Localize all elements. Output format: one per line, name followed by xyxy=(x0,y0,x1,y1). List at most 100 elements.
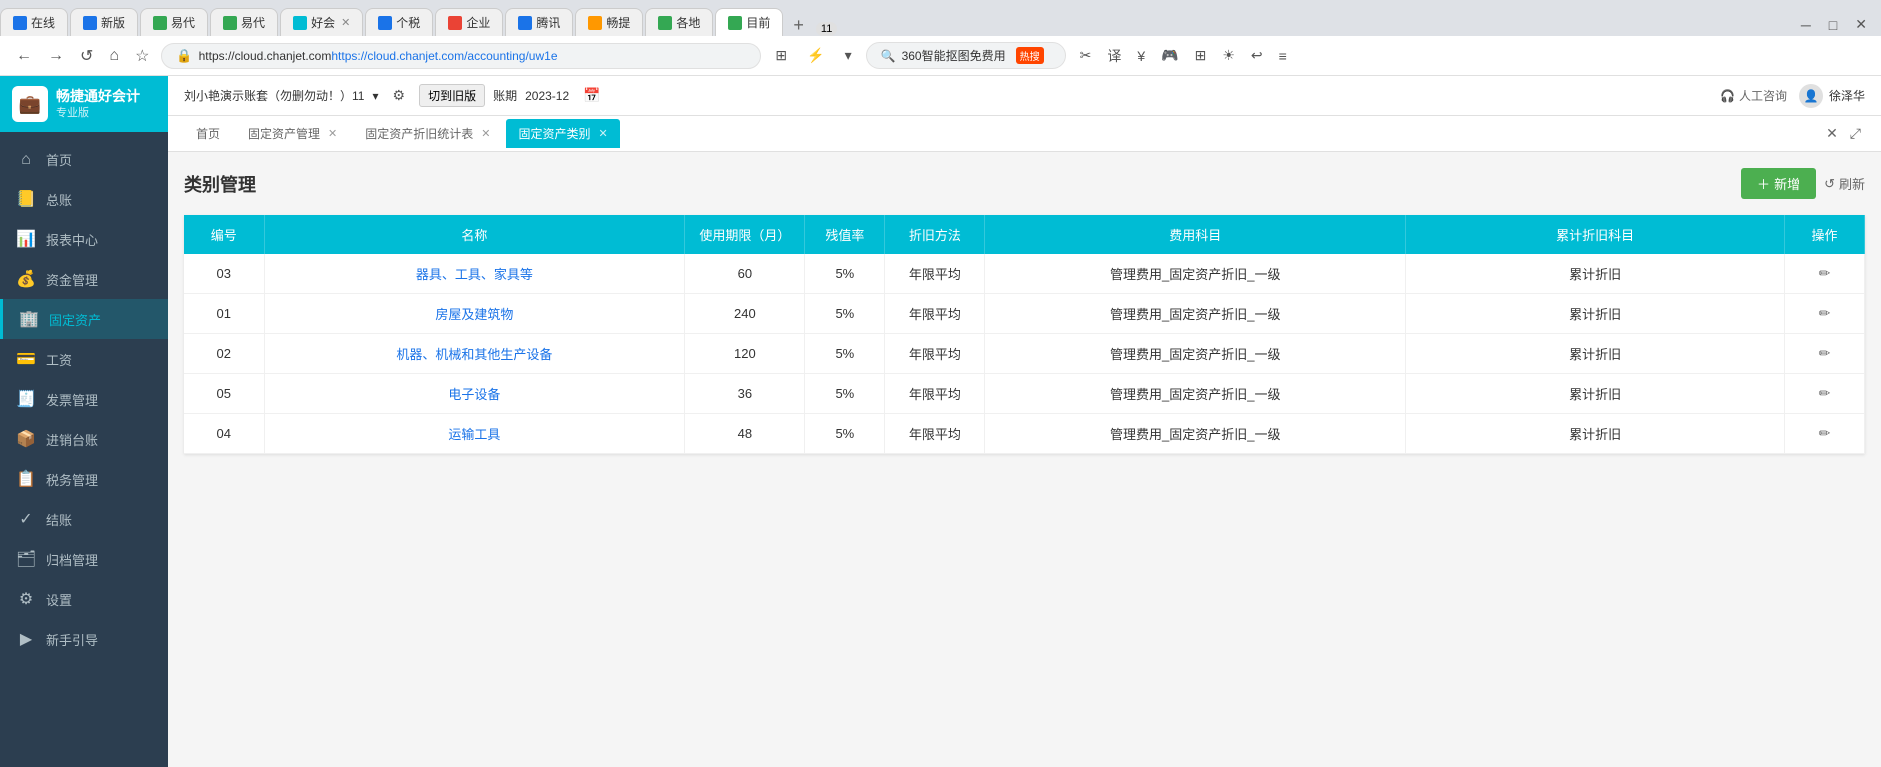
cell-accum-1: 累计折旧 xyxy=(1406,254,1785,294)
history-button[interactable]: ↩ xyxy=(1245,44,1269,67)
tab-close-category[interactable]: ✕ xyxy=(599,127,608,140)
sidebar-item-settings[interactable]: ⚙ 设置 xyxy=(0,579,168,619)
browser-tab-changte[interactable]: 畅提 xyxy=(575,8,643,36)
edit-button-2[interactable]: ✏ xyxy=(1819,305,1831,322)
site-info-button[interactable]: ⊞ xyxy=(769,44,793,67)
tab-window-expand-button[interactable]: ⤢ xyxy=(1846,123,1865,144)
tab-count: 11 xyxy=(816,22,837,36)
maximize-button[interactable]: □ xyxy=(1823,14,1843,36)
cell-action-3: ✏ xyxy=(1785,334,1865,374)
sidebar-item-invoice[interactable]: 🧾 发票管理 xyxy=(0,379,168,419)
browser-tab-tengxun[interactable]: 腾讯 xyxy=(505,8,573,36)
sidebar-item-home[interactable]: ⌂ 首页 xyxy=(0,140,168,179)
sidebar-item-checkout[interactable]: ✓ 结账 xyxy=(0,499,168,539)
bookmark-button[interactable]: ☆ xyxy=(131,42,153,70)
browser-tab-gedi[interactable]: 各地 xyxy=(645,8,713,36)
table-header-row: 编号 名称 使用期限（月） 残值率 折旧方法 费用科目 累计折旧科目 操作 xyxy=(184,215,1865,254)
sidebar-item-label-tax: 税务管理 xyxy=(46,470,98,489)
minimize-button[interactable]: ─ xyxy=(1795,14,1817,36)
page-tab-label-category: 固定资产类别 xyxy=(518,125,590,142)
sidebar-item-guide[interactable]: ▶ 新手引导 xyxy=(0,619,168,659)
page-tab-category[interactable]: 固定资产类别 ✕ xyxy=(506,119,619,148)
browser-tab-yidai2[interactable]: 易代 xyxy=(210,8,278,36)
address-bar[interactable]: 🔒 https://cloud.chanjet.comhttps://cloud… xyxy=(161,43,761,69)
funds-icon: 💰 xyxy=(16,269,36,289)
browser-tab-yidai1[interactable]: 易代 xyxy=(140,8,208,36)
tab-label-haohui: 好会 xyxy=(311,14,335,31)
tab-icon-gedi xyxy=(658,16,672,30)
action-buttons: ＋ 新增 ↺ 刷新 xyxy=(1741,168,1865,199)
ssl-lock-icon: 🔒 xyxy=(176,48,192,64)
tab-icon-haohui xyxy=(293,16,307,30)
cell-name-2[interactable]: 房屋及建筑物 xyxy=(264,294,685,334)
search-icon: 🔍 xyxy=(881,49,896,63)
tab-icon-xinban xyxy=(83,16,97,30)
cell-num-2: 01 xyxy=(184,294,264,334)
cell-num-3: 02 xyxy=(184,334,264,374)
sidebar-item-tax[interactable]: 📋 税务管理 xyxy=(0,459,168,499)
sidebar-item-ledger[interactable]: 📒 总账 xyxy=(0,179,168,219)
tab-close-fixed-mgmt[interactable]: ✕ xyxy=(328,127,337,140)
sidebar-item-fixed[interactable]: 🏢 固定资产 xyxy=(0,299,168,339)
sidebar-item-label-home: 首页 xyxy=(46,150,72,169)
close-window-button[interactable]: ✕ xyxy=(1849,13,1873,36)
sidebar-item-inventory[interactable]: 📦 进销台账 xyxy=(0,419,168,459)
consultant-button[interactable]: 🎧 人工咨询 xyxy=(1720,87,1787,104)
tab-icon-qiye xyxy=(448,16,462,30)
sidebar-item-archive[interactable]: 🗂 归档管理 xyxy=(0,539,168,579)
browser-tab-muqian[interactable]: 目前 xyxy=(715,8,783,36)
page-tab-fixed-mgmt[interactable]: 固定资产管理 ✕ xyxy=(236,119,349,148)
browser-tab-geshui[interactable]: 个税 xyxy=(365,8,433,36)
cell-name-5[interactable]: 运输工具 xyxy=(264,414,685,454)
sidebar-item-reports[interactable]: 📊 报表中心 xyxy=(0,219,168,259)
cell-name-3[interactable]: 机器、机械和其他生产设备 xyxy=(264,334,685,374)
menu-button[interactable]: ≡ xyxy=(1273,45,1293,67)
tab-window-close-button[interactable]: ✕ xyxy=(1822,123,1842,144)
sidebar-item-salary[interactable]: 💳 工资 xyxy=(0,339,168,379)
cell-name-4[interactable]: 电子设备 xyxy=(264,374,685,414)
sidebar: 💼 畅捷通好会计 专业版 ⌂ 首页 📒 总账 📊 报表中心 💰 资金管理 xyxy=(0,76,168,767)
forward-button[interactable]: → xyxy=(44,43,68,69)
calendar-icon[interactable]: 📅 xyxy=(577,84,606,107)
expand-address-button[interactable]: ▾ xyxy=(839,44,858,67)
wallet-button[interactable]: ¥ xyxy=(1131,45,1151,67)
cell-name-1[interactable]: 器具、工具、家具等 xyxy=(264,254,685,294)
cell-rate-4: 5% xyxy=(805,374,885,414)
browser-tab-haohui[interactable]: 好会 ✕ xyxy=(280,8,363,36)
tab-close-depreciation[interactable]: ✕ xyxy=(481,127,490,140)
browser-tab-xinban[interactable]: 新版 xyxy=(70,8,138,36)
boost-button[interactable]: ⚡ xyxy=(801,44,830,67)
col-header-name: 名称 xyxy=(264,215,685,254)
scissors-tool-button[interactable]: ✂ xyxy=(1074,44,1098,67)
account-dropdown-icon[interactable]: ▾ xyxy=(372,89,378,103)
switch-version-btn[interactable]: 切到旧版 xyxy=(419,84,485,107)
sidebar-menu: ⌂ 首页 📒 总账 📊 报表中心 💰 资金管理 🏢 固定资产 💳 工资 xyxy=(0,132,168,767)
cell-expense-2: 管理费用_固定资产折旧_一级 xyxy=(985,294,1406,334)
search-bar[interactable]: 🔍 360智能抠图免费用 热搜 xyxy=(866,42,1066,69)
edit-button-3[interactable]: ✏ xyxy=(1819,345,1831,362)
grid-button[interactable]: ⊞ xyxy=(1189,44,1213,67)
app-container: 💼 畅捷通好会计 专业版 ⌂ 首页 📒 总账 📊 报表中心 💰 资金管理 xyxy=(0,76,1881,767)
translate-button[interactable]: 译 xyxy=(1101,43,1127,69)
add-button[interactable]: ＋ 新增 xyxy=(1741,168,1816,199)
edit-button-1[interactable]: ✏ xyxy=(1819,265,1831,282)
new-tab-button[interactable]: + xyxy=(785,15,812,36)
settings-tool-button[interactable]: ⚙ xyxy=(387,84,412,107)
edit-button-5[interactable]: ✏ xyxy=(1819,425,1831,442)
refresh-button[interactable]: ↺ 刷新 xyxy=(1824,168,1865,199)
game-button[interactable]: 🎮 xyxy=(1155,44,1184,67)
theme-button[interactable]: ☀ xyxy=(1216,44,1241,67)
plus-icon: ＋ xyxy=(1757,174,1770,193)
edit-button-4[interactable]: ✏ xyxy=(1819,385,1831,402)
tab-close-haohui[interactable]: ✕ xyxy=(341,16,350,29)
browser-tab-qiye[interactable]: 企业 xyxy=(435,8,503,36)
settings-icon: ⚙ xyxy=(16,589,36,609)
home-button[interactable]: ⌂ xyxy=(105,43,123,69)
browser-tab-zaixin[interactable]: 在线 xyxy=(0,8,68,36)
header-actions: 🎧 人工咨询 👤 徐泽华 xyxy=(1720,84,1865,108)
page-tab-home[interactable]: 首页 xyxy=(184,119,232,148)
back-button[interactable]: ← xyxy=(12,43,36,69)
page-tab-depreciation[interactable]: 固定资产折旧统计表 ✕ xyxy=(353,119,502,148)
sidebar-item-funds[interactable]: 💰 资金管理 xyxy=(0,259,168,299)
reload-button[interactable]: ↺ xyxy=(76,42,97,70)
